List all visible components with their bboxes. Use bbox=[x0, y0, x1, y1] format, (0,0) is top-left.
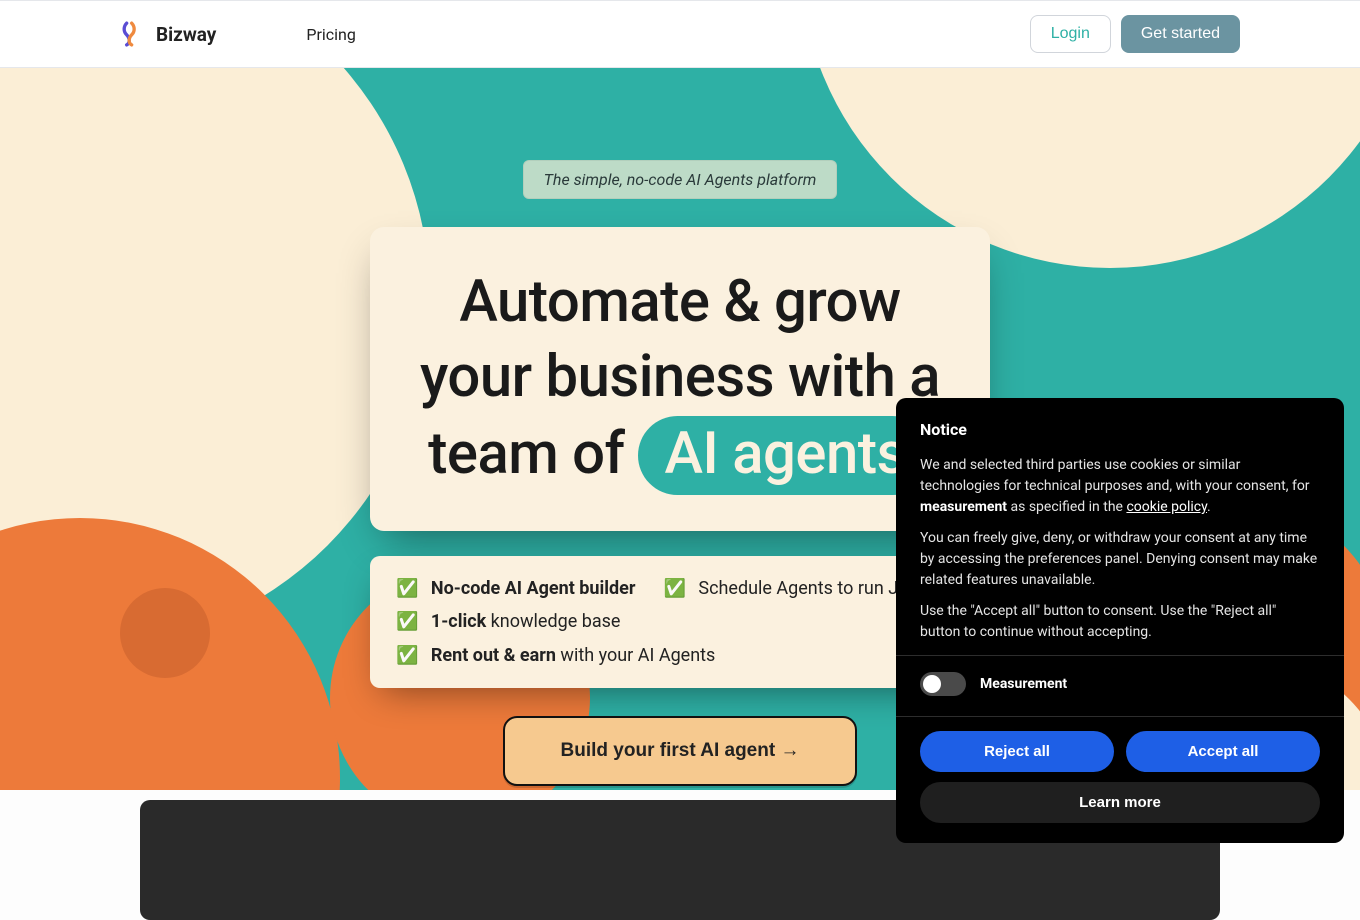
get-started-button[interactable]: Get started bbox=[1121, 15, 1240, 53]
feature-item: ✅ Schedule Agents to run Jobs bbox=[663, 572, 927, 605]
divider bbox=[896, 716, 1344, 717]
brand-logo-icon bbox=[120, 21, 140, 47]
build-agent-cta-button[interactable]: Build your first AI agent → bbox=[503, 716, 858, 786]
hero-chip: The simple, no-code AI Agents platform bbox=[523, 160, 838, 199]
cookie-text-bold: measurement bbox=[920, 499, 1007, 515]
feature-item: ✅ 1-click knowledge base bbox=[396, 605, 620, 638]
toggle-knob bbox=[923, 675, 941, 693]
login-button[interactable]: Login bbox=[1030, 15, 1111, 53]
cookie-text: . bbox=[1207, 499, 1211, 515]
brand[interactable]: Bizway bbox=[120, 21, 216, 47]
cookie-title: Notice bbox=[920, 420, 1320, 439]
feature-rest: Schedule Agents to run Jobs bbox=[698, 578, 927, 599]
cookie-paragraph: We and selected third parties use cookie… bbox=[920, 455, 1320, 518]
cookie-paragraph: Use the "Accept all" button to consent. … bbox=[920, 601, 1320, 643]
nav-link-pricing[interactable]: Pricing bbox=[306, 25, 356, 44]
check-icon: ✅ bbox=[663, 578, 685, 599]
cookie-paragraph: You can freely give, deny, or withdraw y… bbox=[920, 528, 1320, 591]
feature-bold: No-code AI Agent builder bbox=[431, 578, 636, 599]
feature-bold: 1-click bbox=[431, 611, 486, 632]
cookie-button-row: Reject all Accept all bbox=[920, 731, 1320, 772]
top-nav: Bizway Pricing Login Get started bbox=[0, 0, 1360, 68]
hero-heading-pill: AI agents bbox=[638, 416, 931, 495]
feature-rest: with your AI Agents bbox=[556, 645, 715, 666]
measurement-toggle[interactable] bbox=[920, 672, 966, 696]
feature-item: ✅ No-code AI Agent builder bbox=[396, 572, 635, 605]
feature-rest: knowledge base bbox=[486, 611, 620, 632]
cookie-text: We and selected third parties use cookie… bbox=[920, 457, 1310, 494]
learn-more-button[interactable]: Learn more bbox=[920, 782, 1320, 823]
nav-actions: Login Get started bbox=[1030, 15, 1240, 53]
nav-links: Pricing bbox=[306, 25, 356, 44]
cookie-policy-link[interactable]: cookie policy bbox=[1126, 499, 1207, 515]
cookie-consent-panel: Notice We and selected third parties use… bbox=[896, 398, 1344, 843]
feature-bold: Rent out & earn bbox=[431, 645, 556, 666]
reject-all-button[interactable]: Reject all bbox=[920, 731, 1114, 772]
divider bbox=[896, 655, 1344, 656]
feature-item: ✅ Rent out & earn with your AI Agents bbox=[396, 639, 715, 672]
brand-name: Bizway bbox=[156, 23, 216, 46]
measurement-row: Measurement bbox=[920, 670, 1320, 704]
check-icon: ✅ bbox=[396, 645, 418, 666]
check-icon: ✅ bbox=[396, 578, 418, 599]
check-icon: ✅ bbox=[396, 611, 418, 632]
hero-heading: Automate & grow your business with a tea… bbox=[400, 265, 960, 495]
cookie-text: as specified in the bbox=[1007, 499, 1126, 515]
measurement-label: Measurement bbox=[980, 676, 1067, 692]
accept-all-button[interactable]: Accept all bbox=[1126, 731, 1320, 772]
